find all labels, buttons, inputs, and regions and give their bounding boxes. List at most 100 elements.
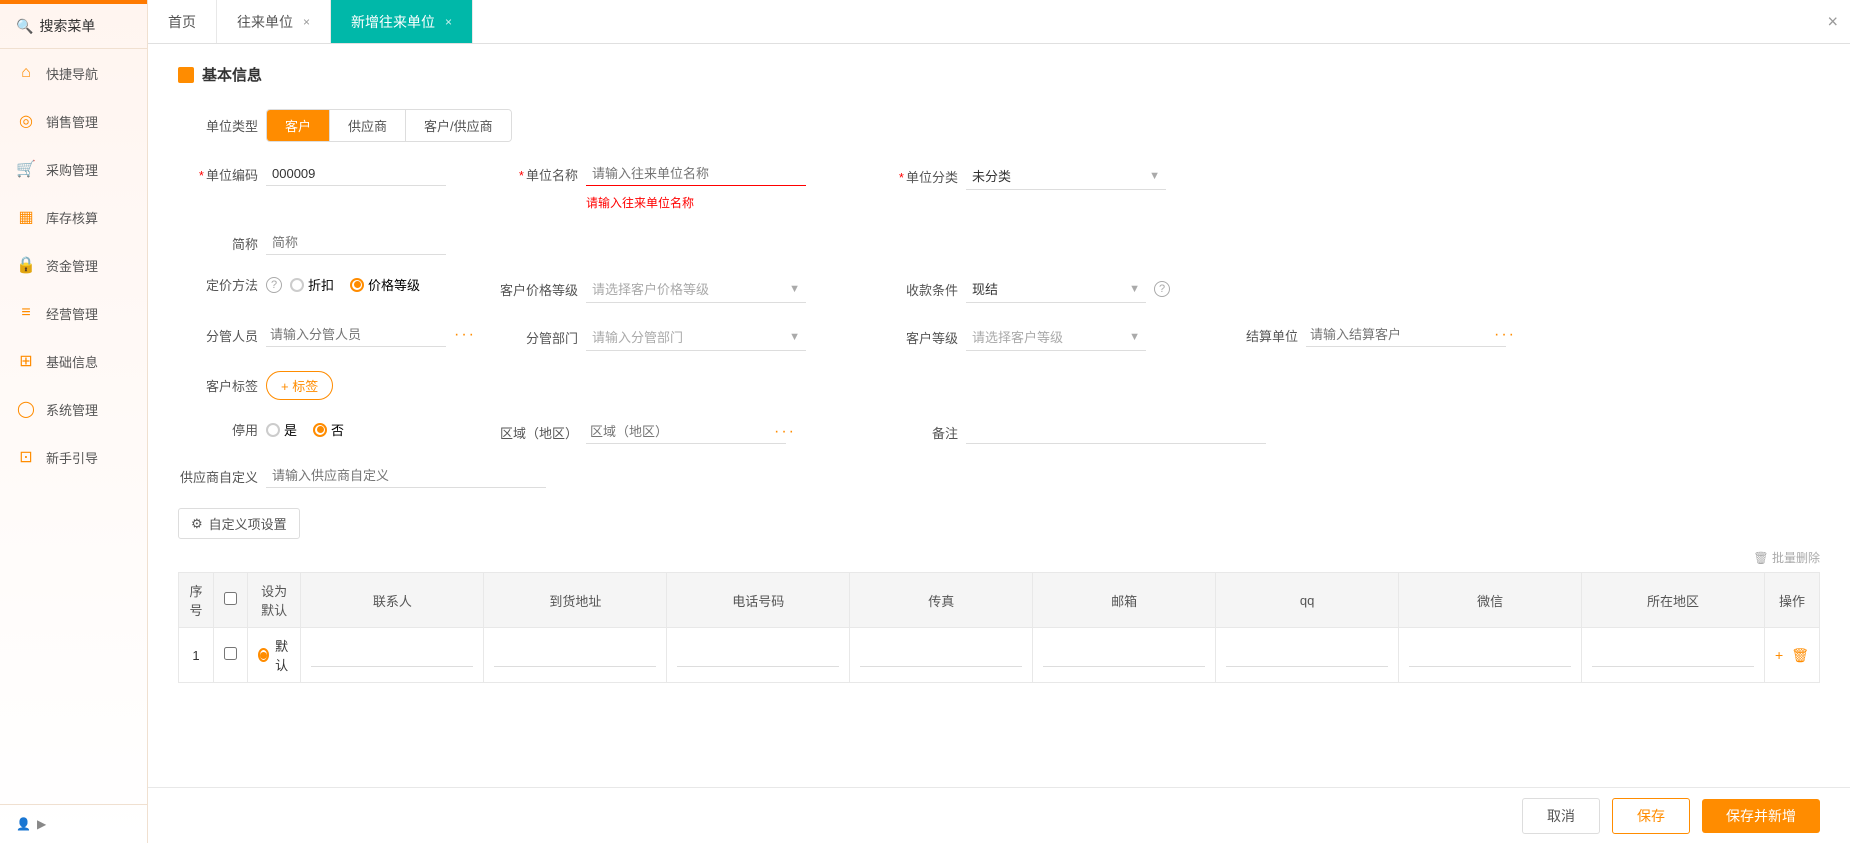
unit-category-select[interactable]: 未分类 ▼ [966,162,1166,190]
sidebar-item-basics[interactable]: ⊞ 基础信息 [0,337,147,385]
delete-row-btn[interactable]: 🗑 [1791,647,1809,664]
customer-price-level-group: 客户价格等级 请选择客户价格等级 ▼ [498,275,878,303]
customer-level-group: 客户等级 请选择客户等级 ▼ [878,323,1218,351]
row-action: + 🗑 [1765,628,1820,683]
sidebar-item-inventory[interactable]: ▦ 库存核算 [0,193,147,241]
payment-help-icon[interactable]: ? [1154,281,1170,297]
sidebar-item-label: 销售管理 [46,112,98,131]
sidebar-item-quick-nav[interactable]: ⌂ 快捷导航 [0,49,147,97]
tab-home[interactable]: 首页 [148,0,217,43]
basics-icon: ⊞ [16,351,36,371]
row-checkbox[interactable] [224,647,237,660]
radio-price-level[interactable]: 价格等级 [350,275,420,294]
unit-info-row: *单位编码 *单位名称 请输入往来单位名称 *单位分类 未分类 ▼ [178,162,1820,211]
manager-more-btn[interactable]: ··· [454,326,476,344]
add-tag-button[interactable]: + 标签 [266,371,333,400]
tab-bar-close-all[interactable]: × [1827,11,1838,32]
sidebar-item-sales[interactable]: ◎ 销售管理 [0,97,147,145]
fax-input[interactable] [860,643,1022,667]
save-and-new-button[interactable]: 保存并新增 [1702,799,1820,833]
phone-input[interactable] [677,643,839,667]
disabled-radio-group: 是 否 [266,420,344,439]
department-label: 分管部门 [498,328,578,347]
radio-discount[interactable]: 折扣 [290,275,334,294]
col-no: 序号 [179,573,214,628]
short-name-input[interactable] [266,231,446,255]
type-btn-customer[interactable]: 客户 [267,110,329,141]
type-btn-both[interactable]: 客户/供应商 [405,110,511,141]
add-row-btn[interactable]: + [1775,647,1783,663]
main-content: 首页 往来单位 × 新增往来单位 × × 基本信息 单位类型 客户 供应商 客户… [148,0,1850,843]
qq-input[interactable] [1226,643,1388,667]
col-address: 到货地址 [484,573,667,628]
tab-new-partner[interactable]: 新增往来单位 × [331,0,473,43]
row-default-radio[interactable]: 默认 [258,636,290,674]
radio-price-level-label: 价格等级 [368,275,420,294]
pricing-method-group: 定价方法 ? 折扣 价格等级 [178,275,498,294]
disabled-group: 停用 是 否 [178,420,498,439]
batch-delete-area: 🗑 批量删除 [178,549,1820,566]
sidebar-item-guide[interactable]: ⊡ 新手引导 [0,433,147,481]
settlement-more-btn[interactable]: ··· [1494,326,1516,344]
region-input[interactable] [586,420,770,443]
tab-partners-close[interactable]: × [303,15,310,29]
settlement-group: 结算单位 ··· [1218,323,1820,347]
type-btn-supplier[interactable]: 供应商 [329,110,405,141]
radio-no[interactable]: 否 [313,420,344,439]
email-input[interactable] [1043,643,1205,667]
short-name-row: 简称 [178,231,1820,255]
unit-name-input[interactable] [586,162,806,186]
cancel-button[interactable]: 取消 [1522,798,1600,834]
payment-terms-select[interactable]: 现结 ▼ [966,275,1146,303]
sidebar-item-label: 资金管理 [46,256,98,275]
sidebar-item-operations[interactable]: ≡ 经营管理 [0,289,147,337]
department-select[interactable]: 请输入分管部门 ▼ [586,323,806,351]
unit-name-label: *单位名称 [498,165,578,184]
manager-input[interactable] [266,323,450,346]
search-menu-item[interactable]: 🔍 搜索菜单 [0,4,147,49]
row-wechat [1399,628,1582,683]
customer-price-level-select[interactable]: 请选择客户价格等级 ▼ [586,275,806,303]
pricing-radio-group: 折扣 价格等级 [290,275,420,294]
tab-new-partner-close[interactable]: × [445,15,452,29]
pricing-help-icon[interactable]: ? [266,277,282,293]
save-button[interactable]: 保存 [1612,798,1690,834]
radio-yes[interactable]: 是 [266,420,297,439]
sidebar-item-label: 采购管理 [46,160,98,179]
unit-code-group: *单位编码 [178,162,498,186]
remark-input[interactable] [966,420,1266,444]
customize-btn[interactable]: ⚙ 自定义项设置 [178,508,300,539]
row-default: 默认 [247,628,300,683]
sidebar-item-label: 基础信息 [46,352,98,371]
inventory-icon: ▦ [16,207,36,227]
col-contact: 联系人 [301,573,484,628]
table-section: ⚙ 自定义项设置 🗑 批量删除 序号 设为默认 联系人 到货地址 电话号码 传真 [178,508,1820,683]
disabled-label: 停用 [178,420,258,439]
unit-type-label: 单位类型 [178,116,258,135]
row-phone [667,628,850,683]
operations-icon: ≡ [16,303,36,323]
supplier-custom-input[interactable] [266,464,546,488]
department-placeholder: 请输入分管部门 [592,327,683,346]
settlement-input[interactable] [1306,323,1490,346]
sidebar-item-system[interactable]: ◯ 系统管理 [0,385,147,433]
manager-label: 分管人员 [178,326,258,345]
location-input[interactable] [1592,643,1754,667]
select-all-checkbox[interactable] [224,592,237,605]
col-qq: qq [1216,573,1399,628]
tab-partners[interactable]: 往来单位 × [217,0,331,43]
customer-level-select[interactable]: 请选择客户等级 ▼ [966,323,1146,351]
unit-type-row: 单位类型 客户 供应商 客户/供应商 [178,109,1820,142]
sidebar: 🔍 搜索菜单 ⌂ 快捷导航 ◎ 销售管理 🛒 采购管理 ▦ 库存核算 🔒 资金管… [0,0,148,843]
sidebar-item-finance[interactable]: 🔒 资金管理 [0,241,147,289]
sidebar-item-label: 库存核算 [46,208,98,227]
supplier-custom-row: 供应商自定义 [178,464,1820,488]
region-more-btn[interactable]: ··· [774,423,796,441]
unit-code-input[interactable] [266,162,446,186]
remark-group: 备注 [878,420,1820,444]
wechat-input[interactable] [1409,643,1571,667]
contact-input[interactable] [311,643,473,667]
region-label: 区域（地区） [498,423,578,442]
sidebar-item-purchase[interactable]: 🛒 采购管理 [0,145,147,193]
address-input[interactable] [494,643,656,667]
